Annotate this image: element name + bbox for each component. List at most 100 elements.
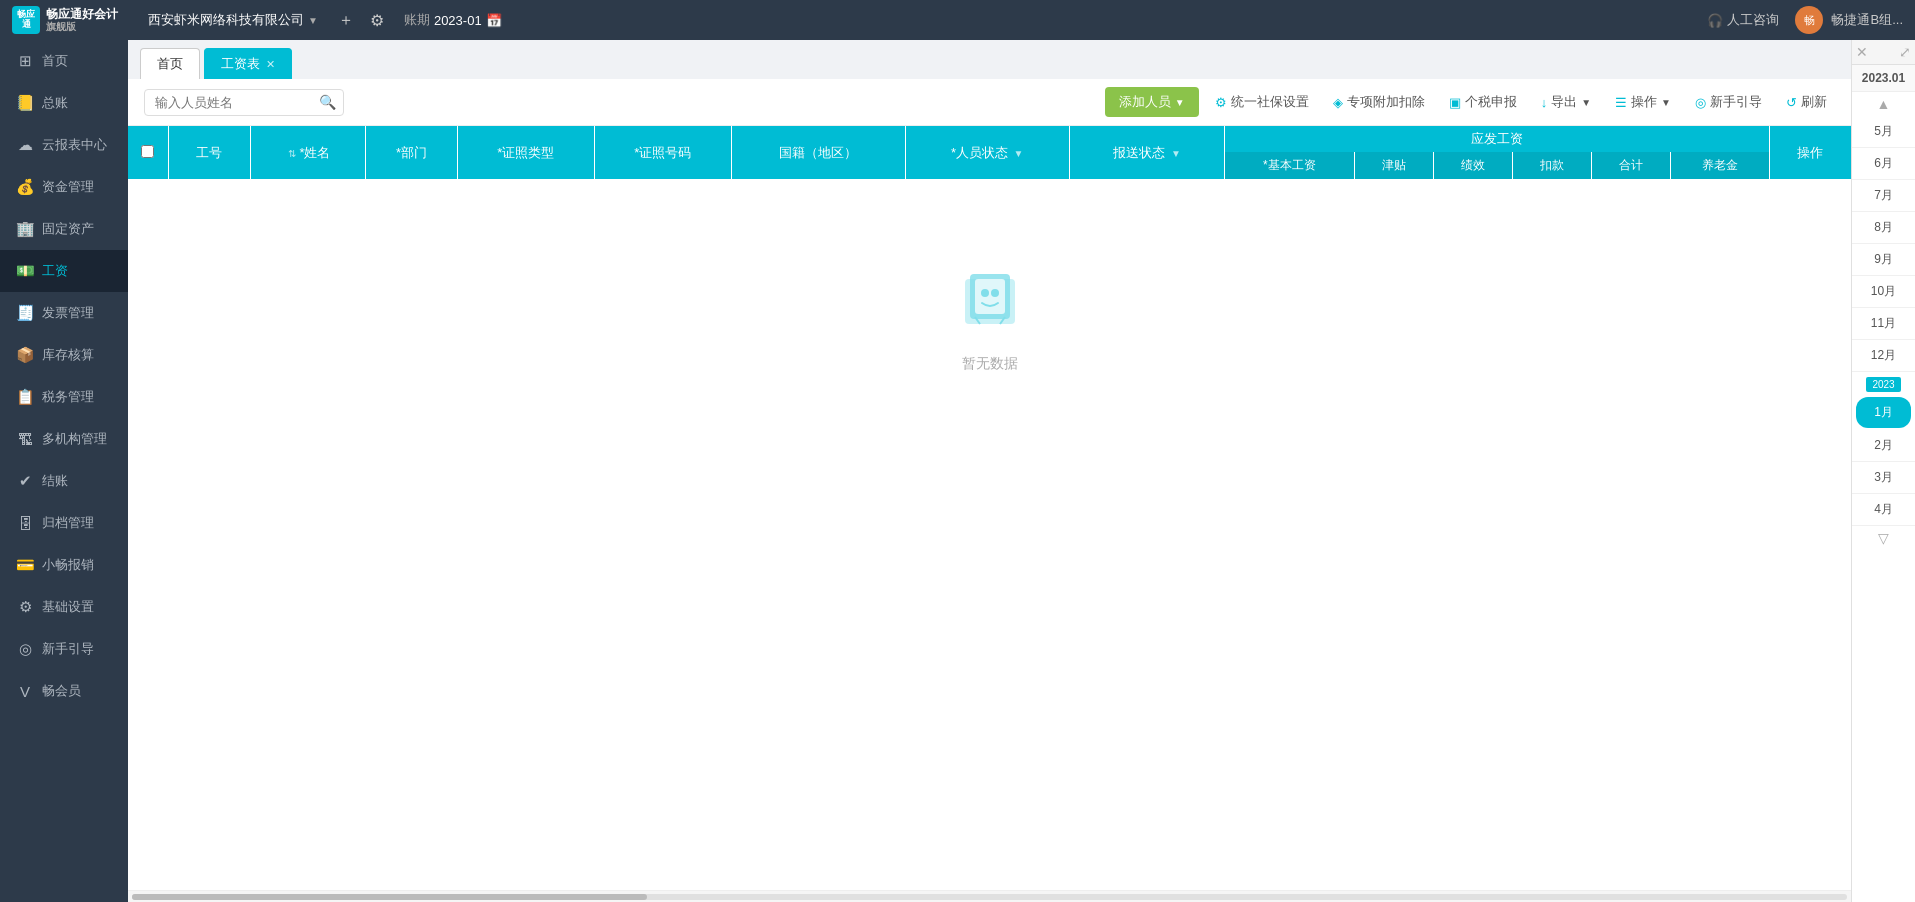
sidebar-item-invoice[interactable]: 🧾 发票管理 (0, 292, 128, 334)
salary-table: 工号 ⇅ *姓名 *部门 *证照类型 *证照号码 国籍（地区） *人员状态 ▼ (128, 126, 1851, 453)
sidebar-item-tax[interactable]: 📋 税务管理 (0, 376, 128, 418)
tab-close-salary-table[interactable]: ✕ (266, 58, 275, 70)
multi-icon: 🏗 (16, 431, 34, 448)
sidebar-item-expense[interactable]: 💳 小畅报销 (0, 544, 128, 586)
tax-btn[interactable]: ▣ 个税申报 (1441, 89, 1525, 115)
month-prev-6月[interactable]: 6月 (1852, 148, 1915, 180)
user-area[interactable]: 畅 畅捷通B组... (1795, 6, 1903, 34)
company-dropdown-icon[interactable]: ▼ (308, 15, 318, 26)
social-icon: ⚙ (1215, 95, 1227, 110)
filter-status-icon[interactable]: ▼ (1014, 148, 1024, 159)
sidebar-item-settings[interactable]: ⚙ 基础设置 (0, 586, 128, 628)
home-icon: ⊞ (16, 52, 34, 70)
svg-rect-2 (975, 279, 1005, 314)
report-icon: ☁ (16, 136, 34, 154)
scroll-track[interactable] (132, 894, 1847, 900)
table-wrapper: 工号 ⇅ *姓名 *部门 *证照类型 *证照号码 国籍（地区） *人员状态 ▼ (128, 126, 1851, 890)
deduction-btn[interactable]: ◈ 专项附加扣除 (1325, 89, 1433, 115)
filter-report-icon[interactable]: ▼ (1171, 148, 1181, 159)
sidebar-label-guide: 新手引导 (42, 640, 94, 658)
sidebar-item-home[interactable]: ⊞ 首页 (0, 40, 128, 82)
calendar-icon[interactable]: 📅 (486, 13, 502, 28)
sidebar-label-home: 首页 (42, 52, 68, 70)
top-header: 畅应通 畅应通好会计 旗舰版 西安虾米网络科技有限公司 ▼ ＋ ⚙ 账期 202… (0, 0, 1915, 40)
scroll-bar-area (128, 890, 1851, 902)
month-current-1月[interactable]: 1月 (1856, 397, 1911, 428)
add-company-btn[interactable]: ＋ (334, 8, 358, 33)
svg-point-3 (981, 289, 989, 297)
sidebar-item-report[interactable]: ☁ 云报表中心 (0, 124, 128, 166)
th-pension: 养老金 (1670, 152, 1769, 179)
panel-down-arrow[interactable]: ▽ (1852, 526, 1915, 550)
th-checkbox[interactable] (128, 126, 168, 179)
service-button[interactable]: 🎧 人工咨询 (1707, 11, 1779, 29)
sidebar-item-ledger[interactable]: 📒 总账 (0, 82, 128, 124)
month-prev-5月[interactable]: 5月 (1852, 116, 1915, 148)
tab-home[interactable]: 首页 (140, 48, 200, 79)
guide-icon: ◎ (1695, 95, 1706, 110)
settings-btn[interactable]: ⚙ (366, 9, 388, 32)
month-prev-9月[interactable]: 9月 (1852, 244, 1915, 276)
operation-btn[interactable]: ☰ 操作 ▼ (1607, 89, 1679, 115)
sidebar-label-expense: 小畅报销 (42, 556, 94, 574)
social-security-btn[interactable]: ⚙ 统一社保设置 (1207, 89, 1317, 115)
toolbar: 🔍 添加人员 ▼ ⚙ 统一社保设置 ◈ 专项附加扣除 ▣ 个税申报 (128, 79, 1851, 126)
sidebar-item-guide[interactable]: ◎ 新手引导 (0, 628, 128, 670)
social-security-label: 统一社保设置 (1231, 93, 1309, 111)
sidebar-label-salary: 工资 (42, 262, 68, 280)
expand-panel-icon[interactable]: ⤢ (1899, 44, 1911, 60)
operation-label: 操作 (1631, 93, 1657, 111)
empty-text: 暂无数据 (962, 355, 1018, 373)
search-input[interactable] (144, 89, 344, 116)
export-btn[interactable]: ↓ 导出 ▼ (1533, 89, 1599, 115)
sidebar-item-close[interactable]: ✔ 结账 (0, 460, 128, 502)
table-header-row1: 工号 ⇅ *姓名 *部门 *证照类型 *证照号码 国籍（地区） *人员状态 ▼ (128, 126, 1851, 152)
month-current-3月[interactable]: 3月 (1852, 462, 1915, 494)
month-prev-10月[interactable]: 10月 (1852, 276, 1915, 308)
export-dropdown-icon: ▼ (1581, 97, 1591, 108)
guide-label: 新手引导 (1710, 93, 1762, 111)
empty-state: 暂无数据 (128, 179, 1851, 453)
sidebar-label-invoice: 发票管理 (42, 304, 94, 322)
sidebar-item-member[interactable]: V 畅会员 (0, 670, 128, 712)
salary-icon: 💵 (16, 262, 34, 280)
company-selector[interactable]: 西安虾米网络科技有限公司 ▼ (148, 11, 318, 29)
month-prev-11月[interactable]: 11月 (1852, 308, 1915, 340)
user-avatar: 畅 (1795, 6, 1823, 34)
tab-salary-table[interactable]: 工资表✕ (204, 48, 292, 79)
search-icon[interactable]: 🔍 (319, 94, 336, 110)
sidebar-item-salary[interactable]: 💵 工资 (0, 250, 128, 292)
header-actions: ＋ ⚙ (334, 8, 388, 33)
select-all-checkbox[interactable] (141, 145, 154, 158)
user-name: 畅捷通B组... (1831, 11, 1903, 29)
sort-name-icon[interactable]: ⇅ (288, 148, 296, 159)
month-current-4月[interactable]: 4月 (1852, 494, 1915, 526)
month-current-2月[interactable]: 2月 (1852, 430, 1915, 462)
sidebar-item-fund[interactable]: 💰 资金管理 (0, 166, 128, 208)
refresh-btn[interactable]: ↺ 刷新 (1778, 89, 1835, 115)
month-prev-8月[interactable]: 8月 (1852, 212, 1915, 244)
sidebar-label-assets: 固定资产 (42, 220, 94, 238)
sidebar-item-archive[interactable]: 🗄 归档管理 (0, 502, 128, 544)
sidebar-item-multi[interactable]: 🏗 多机构管理 (0, 418, 128, 460)
sidebar-item-assets[interactable]: 🏢 固定资产 (0, 208, 128, 250)
th-base-salary: *基本工资 (1225, 152, 1354, 179)
app-logo: 畅应通 (12, 6, 40, 34)
month-prev-7月[interactable]: 7月 (1852, 180, 1915, 212)
inventory-icon: 📦 (16, 346, 34, 364)
guide-btn[interactable]: ◎ 新手引导 (1687, 89, 1770, 115)
th-total: 合计 (1591, 152, 1670, 179)
month-prev-12月[interactable]: 12月 (1852, 340, 1915, 372)
th-id: 工号 (168, 126, 251, 179)
sidebar-item-inventory[interactable]: 📦 库存核算 (0, 334, 128, 376)
page-content: 🔍 添加人员 ▼ ⚙ 统一社保设置 ◈ 专项附加扣除 ▣ 个税申报 (128, 79, 1851, 902)
empty-icon (950, 259, 1030, 339)
close-panel-icon[interactable]: ✕ (1856, 44, 1868, 60)
add-person-button[interactable]: 添加人员 ▼ (1105, 87, 1199, 117)
scroll-thumb[interactable] (132, 894, 647, 900)
year-2023-label: 2023 (1866, 377, 1900, 392)
logo-area: 畅应通 畅应通好会计 旗舰版 (12, 6, 132, 34)
panel-up-arrow[interactable]: ▲ (1852, 92, 1915, 116)
sidebar-label-settings: 基础设置 (42, 598, 94, 616)
months-prev: 5月6月7月8月9月10月11月12月 (1852, 116, 1915, 372)
